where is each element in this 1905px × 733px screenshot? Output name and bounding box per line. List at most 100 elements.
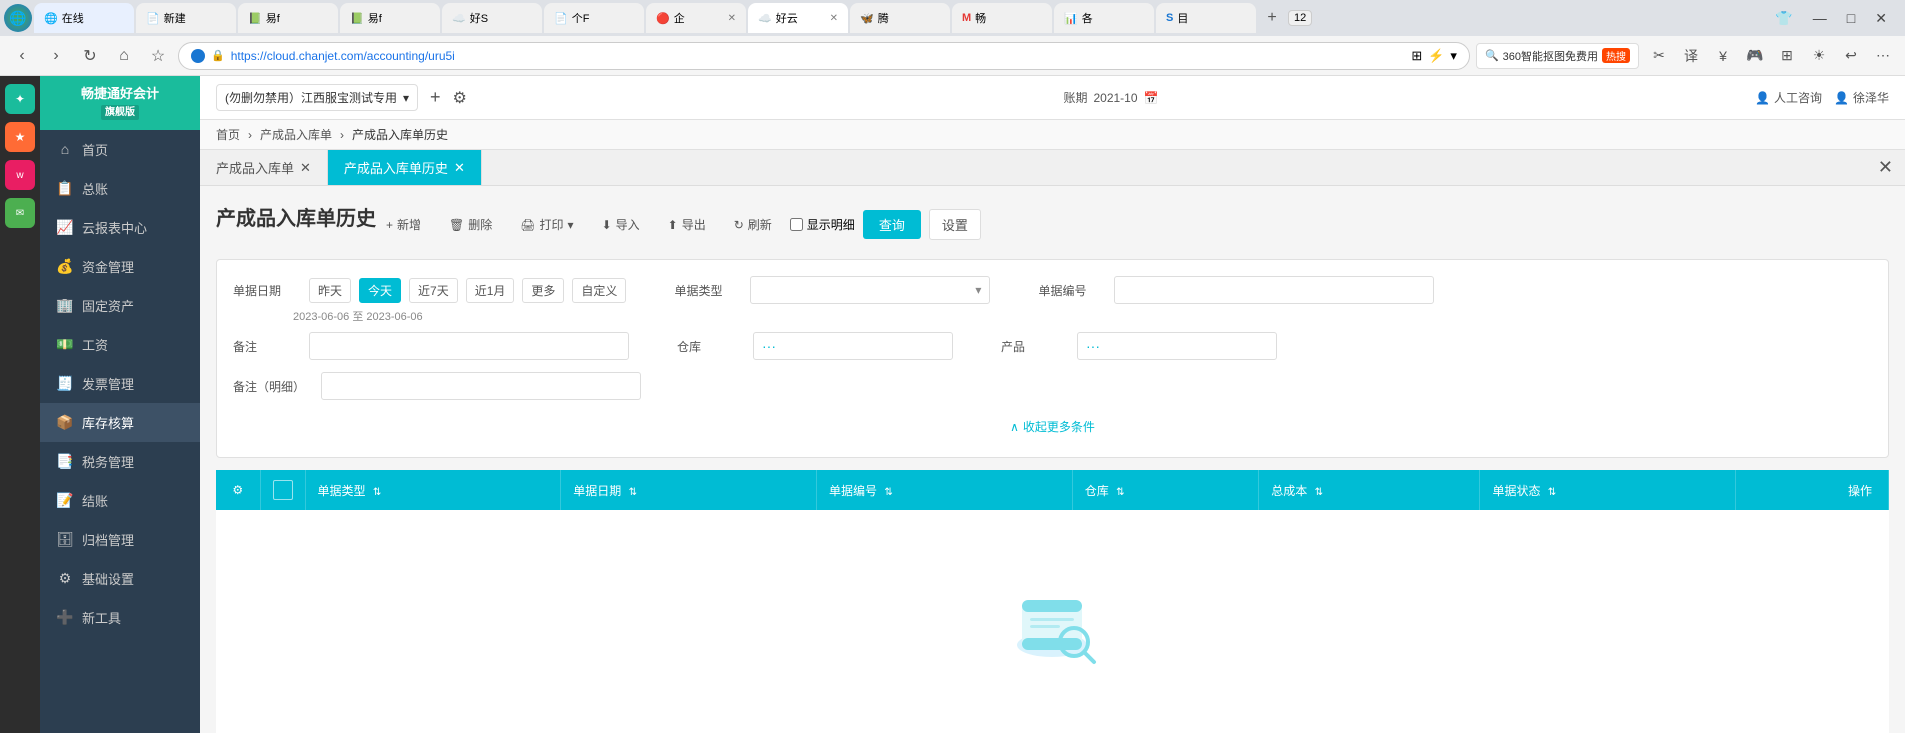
nav-item-tax[interactable]: 📑 税务管理 bbox=[40, 442, 200, 481]
page-tab-history[interactable]: 产成品入库单历史 ✕ bbox=[328, 150, 482, 185]
remark-filter-input[interactable] bbox=[309, 332, 629, 360]
ext-icon-4[interactable]: ✉ bbox=[5, 198, 35, 228]
add-company-btn[interactable]: + bbox=[430, 87, 441, 108]
breadcrumb-list[interactable]: 产成品入库单 bbox=[260, 126, 332, 143]
close-button[interactable]: ✕ bbox=[1869, 8, 1893, 29]
page-tab-list[interactable]: 产成品入库单 ✕ bbox=[200, 150, 328, 185]
show-detail-checkbox[interactable] bbox=[790, 218, 803, 231]
scissors-btn[interactable]: ✂ bbox=[1645, 42, 1673, 70]
nav-item-archive[interactable]: 🗄 归档管理 bbox=[40, 520, 200, 559]
detail-remark-input[interactable] bbox=[321, 372, 641, 400]
import-btn[interactable]: ⬇ 导入 bbox=[592, 211, 650, 238]
browser-tab-2[interactable]: 📄 新建 bbox=[136, 3, 236, 33]
search-box[interactable]: 🔍 360智能抠图免费用 热搜 bbox=[1476, 43, 1639, 69]
warehouse-filter-select[interactable]: ··· bbox=[753, 332, 953, 360]
browser-tab-3[interactable]: 📗 易f bbox=[238, 3, 338, 33]
ext-icon-2[interactable]: ★ bbox=[5, 122, 35, 152]
forward-button[interactable]: › bbox=[42, 42, 70, 70]
date-btn-7days[interactable]: 近7天 bbox=[409, 278, 458, 303]
tab-close-7[interactable]: ✕ bbox=[728, 13, 736, 24]
nav-item-ledger[interactable]: 📋 总账 bbox=[40, 169, 200, 208]
nav-item-invoice[interactable]: 🧾 发票管理 bbox=[40, 364, 200, 403]
theme-btn[interactable]: ☀ bbox=[1805, 42, 1833, 70]
breadcrumb-home[interactable]: 首页 bbox=[216, 126, 240, 143]
ext-icon-3[interactable]: w bbox=[5, 160, 35, 190]
calendar-icon[interactable]: 📅 bbox=[1144, 91, 1159, 105]
translate-btn[interactable]: 译 bbox=[1677, 42, 1705, 70]
query-btn[interactable]: 查询 bbox=[863, 210, 921, 239]
home-button[interactable]: ⌂ bbox=[110, 42, 138, 70]
date-btn-today[interactable]: 今天 bbox=[359, 278, 401, 303]
yuan-btn[interactable]: ¥ bbox=[1709, 42, 1737, 70]
nav-item-new-tool[interactable]: ➕ 新工具 bbox=[40, 598, 200, 637]
ext-icon-1[interactable]: ✦ bbox=[5, 84, 35, 114]
nav-item-settings[interactable]: ⚙ 基础设置 bbox=[40, 559, 200, 598]
nav-item-home[interactable]: ⌂ 首页 bbox=[40, 130, 200, 169]
browser-tab-10[interactable]: M 畅 bbox=[952, 3, 1052, 33]
more-btn[interactable]: ⋯ bbox=[1869, 42, 1897, 70]
browser-tab-7[interactable]: 🔴 企 ✕ bbox=[646, 3, 746, 33]
browser-tab-6[interactable]: 📄 个F bbox=[544, 3, 644, 33]
settings-gear-btn[interactable]: ⚙ bbox=[453, 88, 467, 108]
maximize-button[interactable]: □ bbox=[1841, 8, 1861, 28]
browser-tab-12[interactable]: S 目 bbox=[1156, 3, 1256, 33]
print-btn[interactable]: 🖨 打印 ▾ bbox=[510, 211, 583, 238]
browser-tab-8[interactable]: ☁️ 好云 ✕ bbox=[748, 3, 848, 33]
apps-btn[interactable]: ⊞ bbox=[1773, 42, 1801, 70]
undo-btn[interactable]: ↩ bbox=[1837, 42, 1865, 70]
col-cost[interactable]: 总成本 ⇅ bbox=[1259, 470, 1480, 510]
game-btn[interactable]: 🎮 bbox=[1741, 42, 1769, 70]
col-date[interactable]: 单据日期 ⇅ bbox=[561, 470, 817, 510]
date-btn-yesterday[interactable]: 昨天 bbox=[309, 278, 351, 303]
back-button[interactable]: ‹ bbox=[8, 42, 36, 70]
col-number[interactable]: 单据编号 ⇅ bbox=[816, 470, 1072, 510]
add-btn[interactable]: + 新增 bbox=[376, 211, 431, 238]
type-filter-select[interactable]: ▾ bbox=[750, 276, 990, 304]
browser-tab-11[interactable]: 📊 各 bbox=[1054, 3, 1154, 33]
product-filter-select[interactable]: ··· bbox=[1077, 332, 1277, 360]
tab-close-8[interactable]: ✕ bbox=[830, 13, 838, 24]
nav-item-inventory[interactable]: 📦 库存核算 bbox=[40, 403, 200, 442]
nav-item-fund[interactable]: 💰 资金管理 bbox=[40, 247, 200, 286]
company-selector[interactable]: (勿删勿禁用）江西服宝测试专用 ▾ bbox=[216, 84, 418, 111]
col-warehouse[interactable]: 仓库 ⇅ bbox=[1072, 470, 1259, 510]
col-status[interactable]: 单据状态 ⇅ bbox=[1480, 470, 1736, 510]
col-checkbox[interactable] bbox=[260, 470, 305, 510]
collapse-btn[interactable]: ∧ 收起更多条件 bbox=[233, 412, 1872, 441]
date-btn-1month[interactable]: 近1月 bbox=[466, 278, 515, 303]
browser-tab-4[interactable]: 📗 易f bbox=[340, 3, 440, 33]
nav-item-report[interactable]: 📈 云报表中心 bbox=[40, 208, 200, 247]
user-avatar[interactable]: 👤 徐泽华 bbox=[1834, 89, 1889, 106]
settings-action-btn[interactable]: 设置 bbox=[929, 209, 981, 240]
page-tab-history-close[interactable]: ✕ bbox=[454, 160, 465, 176]
col-type[interactable]: 单据类型 ⇅ bbox=[305, 470, 561, 510]
export-btn[interactable]: ⬆ 导出 bbox=[658, 211, 716, 238]
tab-count-badge[interactable]: 12 bbox=[1288, 10, 1312, 26]
panel-close-btn[interactable]: ✕ bbox=[1866, 153, 1905, 182]
date-btn-more[interactable]: 更多 bbox=[522, 278, 564, 303]
col-gear[interactable]: ⚙ bbox=[216, 470, 260, 510]
tab-title-10: 畅 bbox=[975, 10, 1042, 26]
refresh-button[interactable]: ↻ bbox=[76, 42, 104, 70]
col-gear-icon[interactable]: ⚙ bbox=[232, 483, 243, 497]
header-checkbox[interactable] bbox=[273, 480, 293, 500]
date-btn-custom[interactable]: 自定义 bbox=[572, 278, 626, 303]
bookmark-button[interactable]: ☆ bbox=[144, 42, 172, 70]
user-service-btn[interactable]: 👤 人工咨询 bbox=[1755, 89, 1822, 106]
dropdown-arrow[interactable]: ▾ bbox=[1450, 48, 1457, 64]
nav-item-salary[interactable]: 💵 工资 bbox=[40, 325, 200, 364]
browser-logo[interactable]: 🌐 bbox=[4, 4, 32, 32]
browser-tab-9[interactable]: 🦋 腾 bbox=[850, 3, 950, 33]
new-tab-button[interactable]: + bbox=[1258, 4, 1286, 32]
number-filter-input[interactable] bbox=[1114, 276, 1434, 304]
nav-item-settlement[interactable]: 📝 结账 bbox=[40, 481, 200, 520]
refresh-action-btn[interactable]: ↻ 刷新 bbox=[724, 211, 782, 238]
delete-btn[interactable]: 🗑 删除 bbox=[439, 211, 502, 238]
page-tab-list-close[interactable]: ✕ bbox=[300, 160, 311, 176]
browser-tab-5[interactable]: ☁️ 好S bbox=[442, 3, 542, 33]
shirt-icon[interactable]: 👕 bbox=[1769, 8, 1798, 29]
minimize-button[interactable]: — bbox=[1807, 8, 1833, 28]
url-bar[interactable]: 🔒 https://cloud.chanjet.com/accounting/u… bbox=[178, 42, 1470, 70]
nav-item-asset[interactable]: 🏢 固定资产 bbox=[40, 286, 200, 325]
browser-tab-1[interactable]: 🌐 在线 bbox=[34, 3, 134, 33]
